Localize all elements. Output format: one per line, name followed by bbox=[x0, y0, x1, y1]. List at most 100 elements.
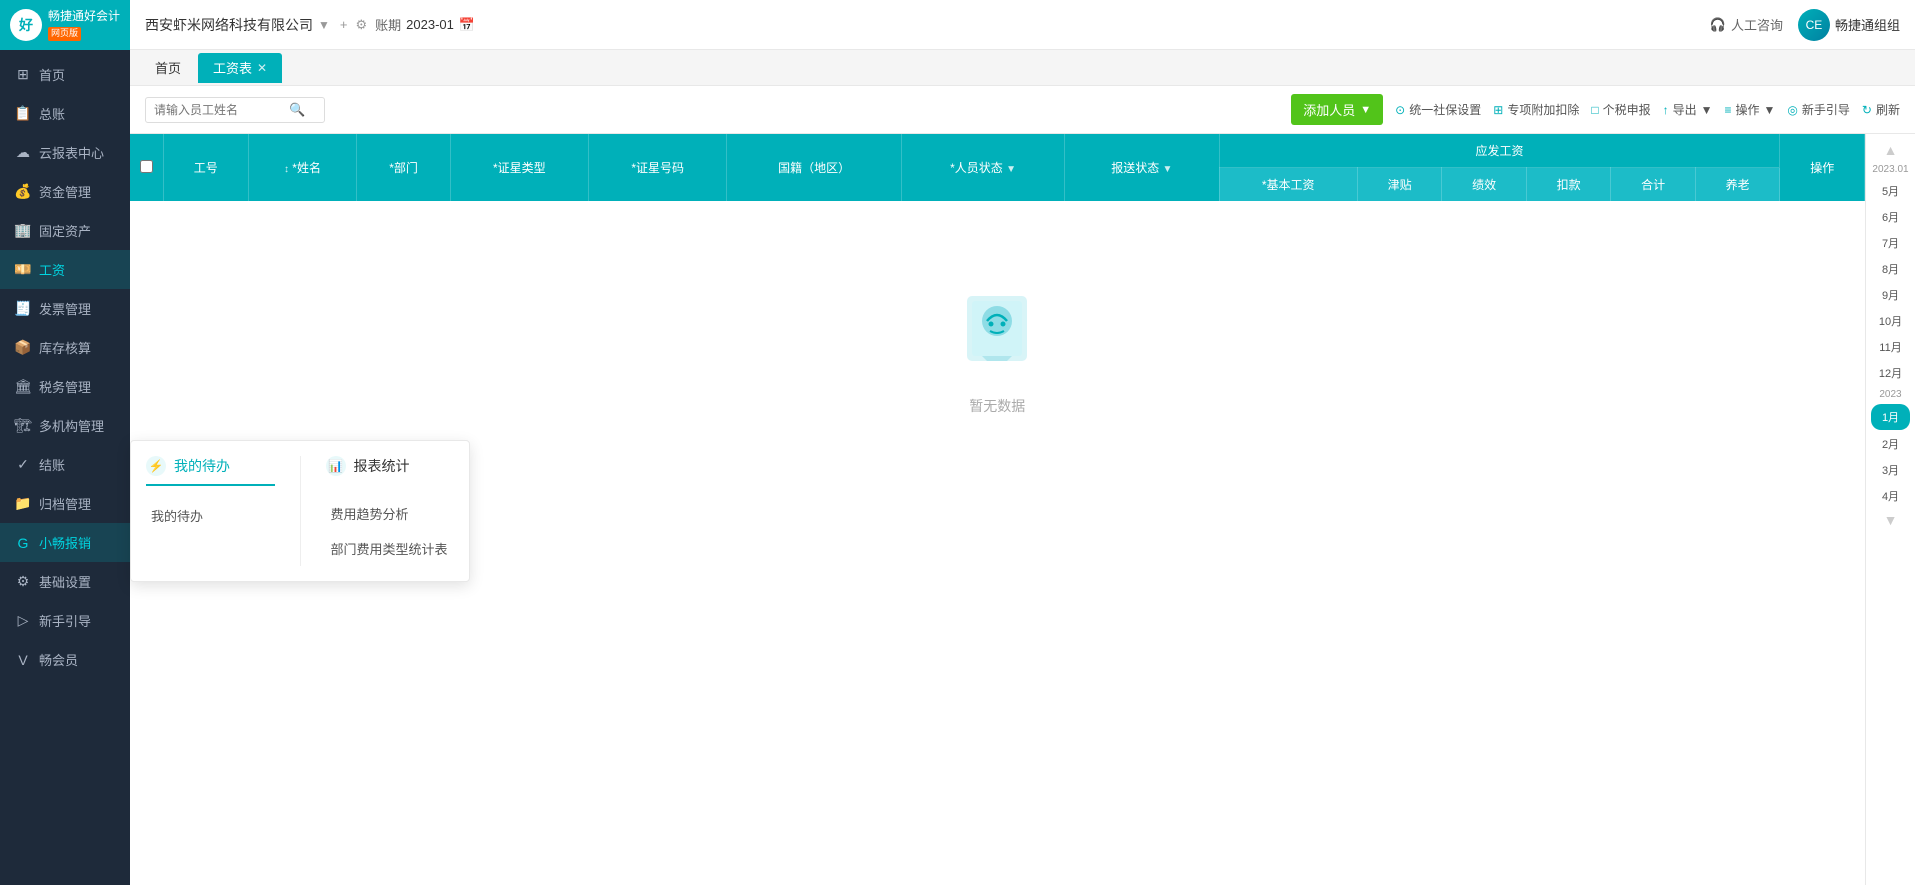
timeline-down-icon[interactable]: ▼ bbox=[1881, 509, 1901, 531]
col-nationality: 国籍（地区） bbox=[727, 134, 902, 201]
col-deduction: 扣款 bbox=[1526, 168, 1611, 202]
new-guide-action[interactable]: ◎ 新手引导 bbox=[1787, 101, 1850, 118]
tax-icon: 🏛 bbox=[15, 379, 31, 395]
timeline-month-6[interactable]: 6月 bbox=[1866, 204, 1915, 230]
sidebar-item-multi-org[interactable]: 🏗 多机构管理 bbox=[0, 406, 130, 445]
sidebar-item-cloud-report[interactable]: ☁ 云报表中心 bbox=[0, 133, 130, 172]
select-all-checkbox[interactable] bbox=[140, 160, 153, 173]
report-status-filter-icon[interactable]: ▼ bbox=[1163, 164, 1173, 175]
timeline-month-9[interactable]: 9月 bbox=[1866, 282, 1915, 308]
refresh-action[interactable]: ↻ 刷新 bbox=[1862, 101, 1900, 118]
col-id-num: *证星号码 bbox=[589, 134, 727, 201]
period-selector[interactable]: 账期 2023-01 📅 bbox=[375, 15, 475, 34]
search-input[interactable] bbox=[154, 103, 284, 117]
sidebar-item-basic-settings[interactable]: ⚙ 基础设置 bbox=[0, 562, 130, 601]
operation-action[interactable]: ≡ 操作 ▼ bbox=[1725, 101, 1776, 118]
social-security-action[interactable]: ⊙ 统一社保设置 bbox=[1395, 101, 1481, 118]
operation-icon: ≡ bbox=[1725, 103, 1732, 117]
sidebar-item-archive[interactable]: 📁 归档管理 bbox=[0, 484, 130, 523]
archive-icon: 📁 bbox=[15, 496, 31, 512]
sidebar-item-fund[interactable]: 💰 资金管理 bbox=[0, 172, 130, 211]
company-selector[interactable]: 西安虾米网络科技有限公司 ▼ bbox=[145, 15, 330, 35]
todo-icon: ⚡ bbox=[146, 456, 166, 476]
timeline-month-8[interactable]: 8月 bbox=[1866, 256, 1915, 282]
home-icon: ⊞ bbox=[15, 67, 31, 83]
timeline-month-4[interactable]: 4月 bbox=[1866, 483, 1915, 509]
timeline-panel: ▲ 2023.01 5月 6月 7月 8月 9月 10月 11月 12月 202… bbox=[1865, 134, 1915, 885]
add-company-icon[interactable]: + bbox=[340, 17, 348, 32]
invoice-icon: 🧾 bbox=[15, 301, 31, 317]
sidebar-item-closing[interactable]: ✓ 结账 bbox=[0, 445, 130, 484]
tab-salary-table[interactable]: 工资表 ✕ bbox=[198, 53, 282, 83]
timeline-month-11[interactable]: 11月 bbox=[1866, 334, 1915, 360]
empty-text: 暂无数据 bbox=[969, 396, 1025, 416]
timeline-month-7[interactable]: 7月 bbox=[1866, 230, 1915, 256]
timeline-month-2[interactable]: 2月 bbox=[1866, 431, 1915, 457]
popup-report-item-2[interactable]: 部门费用类型统计表 bbox=[326, 531, 455, 566]
add-person-dropdown-icon: ▼ bbox=[1360, 104, 1371, 116]
inventory-icon: 📦 bbox=[15, 340, 31, 356]
tab-bar: 首页 工资表 ✕ bbox=[130, 50, 1915, 86]
popup-report-item-1[interactable]: 费用趋势分析 bbox=[326, 496, 455, 531]
guide-icon: ▷ bbox=[15, 613, 31, 629]
tax-report-action[interactable]: □ 个税申报 bbox=[1591, 101, 1650, 118]
logo-text: 畅捷通好会计 网页版 bbox=[48, 9, 120, 40]
timeline-month-5[interactable]: 5月 bbox=[1866, 178, 1915, 204]
sidebar-item-xiaochang-report[interactable]: G 小畅报销 bbox=[0, 523, 130, 562]
membership-icon: V bbox=[15, 652, 31, 668]
sidebar-item-membership[interactable]: V 畅会员 bbox=[0, 640, 130, 679]
person-status-filter-icon[interactable]: ▼ bbox=[1006, 164, 1016, 175]
timeline-month-1-current[interactable]: 1月 bbox=[1871, 404, 1910, 430]
deduction-action[interactable]: ⊞ 专项附加扣除 bbox=[1493, 101, 1579, 118]
popup-todo-title: ⚡ 我的待办 bbox=[146, 456, 275, 486]
sidebar-item-new-guide[interactable]: ▷ 新手引导 bbox=[0, 601, 130, 640]
settings-icon[interactable]: ⚙ bbox=[355, 17, 367, 33]
user-profile[interactable]: CE 畅捷通组组 bbox=[1798, 9, 1900, 41]
timeline-month-12[interactable]: 12月 bbox=[1866, 360, 1915, 386]
sidebar-item-salary[interactable]: 💴 工资 bbox=[0, 250, 130, 289]
sidebar-item-home[interactable]: ⊞ 首页 bbox=[0, 55, 130, 94]
sidebar-nav: ⊞ 首页 📋 总账 ☁ 云报表中心 💰 资金管理 🏢 固定资产 💴 工资 🧾 发… bbox=[0, 50, 130, 885]
xiaochang-icon: G bbox=[15, 535, 31, 551]
tab-home[interactable]: 首页 bbox=[140, 53, 196, 83]
tax-report-icon: □ bbox=[1591, 103, 1598, 117]
timeline-year-header: 2023.01 bbox=[1866, 161, 1915, 178]
col-performance: 绩效 bbox=[1442, 168, 1527, 202]
popup-section-todo: ⚡ 我的待办 我的待办 bbox=[146, 456, 275, 566]
export-icon: ↑ bbox=[1663, 103, 1669, 117]
settings-icon: ⚙ bbox=[15, 574, 31, 590]
social-security-icon: ⊙ bbox=[1395, 103, 1405, 117]
company-name: 西安虾米网络科技有限公司 bbox=[145, 15, 313, 35]
tab-close-icon[interactable]: ✕ bbox=[257, 61, 267, 75]
col-name: ↕ *姓名 bbox=[248, 134, 357, 201]
timeline-month-3[interactable]: 3月 bbox=[1866, 457, 1915, 483]
sidebar: 好 畅捷通好会计 网页版 ⊞ 首页 📋 总账 ☁ 云报表中心 💰 资金管理 🏢 … bbox=[0, 0, 130, 885]
topbar-actions: + ⚙ 账期 2023-01 📅 bbox=[340, 15, 475, 34]
logo-icon: 好 bbox=[10, 9, 42, 41]
calendar-icon: 📅 bbox=[459, 17, 475, 33]
popup-todo-item[interactable]: 我的待办 bbox=[146, 498, 275, 533]
salary-icon: 💴 bbox=[15, 262, 31, 278]
add-person-button[interactable]: 添加人员 ▼ bbox=[1291, 94, 1383, 125]
sidebar-item-invoice[interactable]: 🧾 发票管理 bbox=[0, 289, 130, 328]
ledger-icon: 📋 bbox=[15, 106, 31, 122]
popup-menu: ⚡ 我的待办 我的待办 📊 报表统计 费用趋势分析 部门费用类型统计表 bbox=[130, 440, 470, 582]
sidebar-item-tax[interactable]: 🏛 税务管理 bbox=[0, 367, 130, 406]
export-action[interactable]: ↑ 导出 ▼ bbox=[1663, 101, 1713, 118]
popup-reports-title: 📊 报表统计 bbox=[326, 456, 455, 484]
sidebar-item-fixed-asset[interactable]: 🏢 固定资产 bbox=[0, 211, 130, 250]
col-person-status: *人员状态 ▼ bbox=[901, 134, 1064, 201]
timeline-month-10[interactable]: 10月 bbox=[1866, 308, 1915, 334]
company-dropdown-icon: ▼ bbox=[318, 18, 330, 32]
timeline-up-icon[interactable]: ▲ bbox=[1881, 139, 1901, 161]
search-icon[interactable]: 🔍 bbox=[289, 102, 305, 118]
timeline-current-year: 2023 bbox=[1866, 386, 1915, 403]
col-operation: 操作 bbox=[1780, 134, 1865, 201]
sidebar-item-inventory[interactable]: 📦 库存核算 bbox=[0, 328, 130, 367]
customer-service[interactable]: 🎧 人工咨询 bbox=[1710, 15, 1783, 34]
headset-icon: 🎧 bbox=[1710, 17, 1726, 33]
sort-icon: ↕ bbox=[284, 164, 289, 175]
popup-section-reports: 📊 报表统计 费用趋势分析 部门费用类型统计表 bbox=[326, 456, 455, 566]
topbar: 西安虾米网络科技有限公司 ▼ + ⚙ 账期 2023-01 📅 🎧 人工咨询 C… bbox=[130, 0, 1915, 50]
sidebar-item-ledger[interactable]: 📋 总账 bbox=[0, 94, 130, 133]
